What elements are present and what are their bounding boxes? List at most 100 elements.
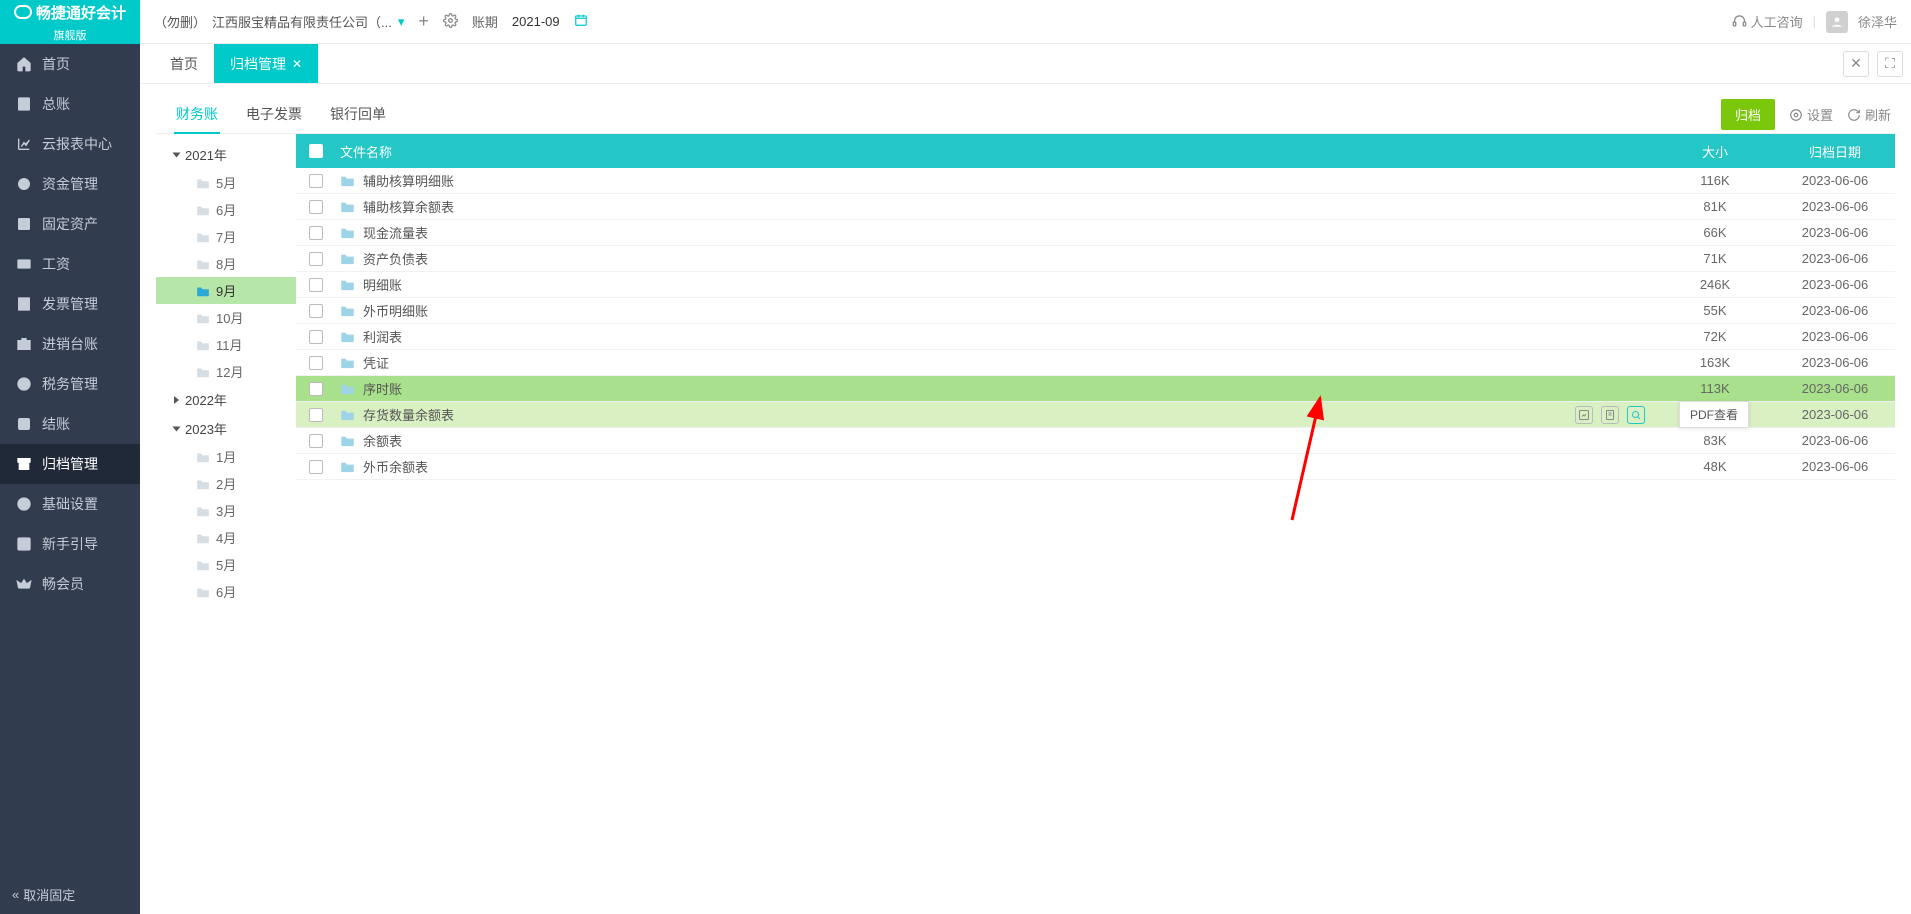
tree-year[interactable]: 2023年: [156, 414, 296, 443]
refresh-link[interactable]: 刷新: [1847, 105, 1891, 124]
nav-item-chart[interactable]: 云报表中心: [0, 124, 140, 164]
table-row[interactable]: 资产负债表71K2023-06-06: [296, 246, 1895, 272]
period-value[interactable]: 2021-09: [512, 14, 560, 29]
table-row[interactable]: 利润表72K2023-06-06: [296, 324, 1895, 350]
select-all-checkbox[interactable]: [309, 144, 323, 158]
folder-icon: [196, 559, 210, 571]
tree-month[interactable]: 1月: [156, 443, 296, 470]
invoice-icon: [16, 296, 32, 312]
tab-0[interactable]: 首页: [154, 44, 214, 83]
table-row[interactable]: 外币明细账55K2023-06-06: [296, 298, 1895, 324]
row-checkbox[interactable]: [309, 382, 323, 396]
nav-item-tax[interactable]: 税务管理: [0, 364, 140, 404]
month-label: 3月: [216, 501, 236, 520]
row-checkbox[interactable]: [309, 434, 323, 448]
view-pdf-icon[interactable]: [1627, 406, 1645, 424]
tree-month[interactable]: 12月: [156, 358, 296, 385]
consult-link[interactable]: 人工咨询: [1732, 12, 1803, 31]
table-row[interactable]: 余额表83K2023-06-06: [296, 428, 1895, 454]
month-label: 2月: [216, 474, 236, 493]
fullscreen-button[interactable]: ⛶: [1877, 51, 1903, 77]
tree-month[interactable]: 5月: [156, 169, 296, 196]
avatar[interactable]: [1826, 11, 1848, 33]
table-row[interactable]: 明细账246K2023-06-06: [296, 272, 1895, 298]
table-row[interactable]: 凭证163K2023-06-06: [296, 350, 1895, 376]
download-pdf-icon[interactable]: [1601, 406, 1619, 424]
subtabs-row: 财务账电子发票银行回单 归档 设置 刷新: [156, 96, 1895, 134]
nav-item-archive[interactable]: 归档管理: [0, 444, 140, 484]
row-checkbox[interactable]: [309, 226, 323, 240]
subtab-2[interactable]: 银行回单: [328, 96, 388, 133]
nav-item-invoice[interactable]: 发票管理: [0, 284, 140, 324]
table-row[interactable]: 辅助核算明细账116K2023-06-06: [296, 168, 1895, 194]
folder-icon: [340, 252, 355, 265]
month-label: 8月: [216, 254, 236, 273]
archive-date: 2023-06-06: [1775, 355, 1895, 370]
row-checkbox[interactable]: [309, 174, 323, 188]
tree-month[interactable]: 9月: [156, 277, 296, 304]
download-image-icon[interactable]: [1575, 406, 1593, 424]
calendar-icon[interactable]: [574, 13, 588, 30]
tab-1[interactable]: 归档管理✕: [214, 44, 318, 83]
row-checkbox[interactable]: [309, 460, 323, 474]
nav-item-ledger[interactable]: 总账: [0, 84, 140, 124]
settings-link[interactable]: 设置: [1789, 105, 1833, 124]
archive-button[interactable]: 归档: [1721, 99, 1775, 130]
nav-label: 新手引导: [42, 534, 98, 554]
nav-item-coin[interactable]: 资金管理: [0, 164, 140, 204]
tree-month[interactable]: 11月: [156, 331, 296, 358]
coin-icon: [16, 176, 32, 192]
tree-month[interactable]: 6月: [156, 196, 296, 223]
nav-item-vip[interactable]: 畅会员: [0, 564, 140, 604]
nav-item-gear[interactable]: 基础设置: [0, 484, 140, 524]
tree-month[interactable]: 7月: [156, 223, 296, 250]
tree-month[interactable]: 5月: [156, 551, 296, 578]
table-row[interactable]: 存货数量余额表2K2023-06-06PDF查看: [296, 402, 1895, 428]
close-tab-button[interactable]: ✕: [1843, 51, 1869, 77]
nav-item-money[interactable]: 工资: [0, 244, 140, 284]
consult-label: 人工咨询: [1751, 12, 1803, 31]
nav-item-close[interactable]: 结账: [0, 404, 140, 444]
unpin-link[interactable]: « 取消固定: [0, 875, 140, 914]
table-row[interactable]: 序时账113K2023-06-06: [296, 376, 1895, 402]
file-name: 余额表: [363, 431, 402, 450]
archive-date: 2023-06-06: [1775, 199, 1895, 214]
folder-icon: [340, 382, 355, 395]
table-row[interactable]: 辅助核算余额表81K2023-06-06: [296, 194, 1895, 220]
row-checkbox[interactable]: [309, 330, 323, 344]
tree-month[interactable]: 6月: [156, 578, 296, 605]
add-company-button[interactable]: +: [418, 11, 429, 32]
tree-month[interactable]: 10月: [156, 304, 296, 331]
tree-month[interactable]: 3月: [156, 497, 296, 524]
row-checkbox[interactable]: [309, 252, 323, 266]
subtab-1[interactable]: 电子发票: [244, 96, 304, 133]
home-icon: [16, 56, 32, 72]
nav-label: 云报表中心: [42, 134, 112, 154]
tree-month[interactable]: 4月: [156, 524, 296, 551]
row-checkbox[interactable]: [309, 408, 323, 422]
nav-item-play[interactable]: 新手引导: [0, 524, 140, 564]
nav-item-home[interactable]: 首页: [0, 44, 140, 84]
nav-item-box[interactable]: 固定资产: [0, 204, 140, 244]
nav-item-stock[interactable]: 进销台账: [0, 324, 140, 364]
table-row[interactable]: 现金流量表66K2023-06-06: [296, 220, 1895, 246]
table-row[interactable]: 外币余额表48K2023-06-06: [296, 454, 1895, 480]
tree-year[interactable]: 2022年: [156, 385, 296, 414]
subtab-0[interactable]: 财务账: [174, 96, 220, 134]
company-selector[interactable]: （勿删） 江西服宝精品有限责任公司（... ▾: [154, 12, 404, 31]
archive-date: 2023-06-06: [1775, 251, 1895, 266]
file-name: 现金流量表: [363, 223, 428, 242]
tree-month[interactable]: 8月: [156, 250, 296, 277]
ledger-icon: [16, 96, 32, 112]
row-checkbox[interactable]: [309, 304, 323, 318]
tree-year[interactable]: 2021年: [156, 140, 296, 169]
row-checkbox[interactable]: [309, 356, 323, 370]
username[interactable]: 徐泽华: [1858, 12, 1897, 31]
year-label: 2023年: [185, 419, 227, 438]
company-settings-icon[interactable]: [443, 13, 458, 31]
tree-month[interactable]: 2月: [156, 470, 296, 497]
row-checkbox[interactable]: [309, 278, 323, 292]
year-tree: 2021年5月6月7月8月9月10月11月12月2022年2023年1月2月3月…: [156, 134, 296, 914]
row-checkbox[interactable]: [309, 200, 323, 214]
close-icon[interactable]: ✕: [292, 57, 302, 71]
